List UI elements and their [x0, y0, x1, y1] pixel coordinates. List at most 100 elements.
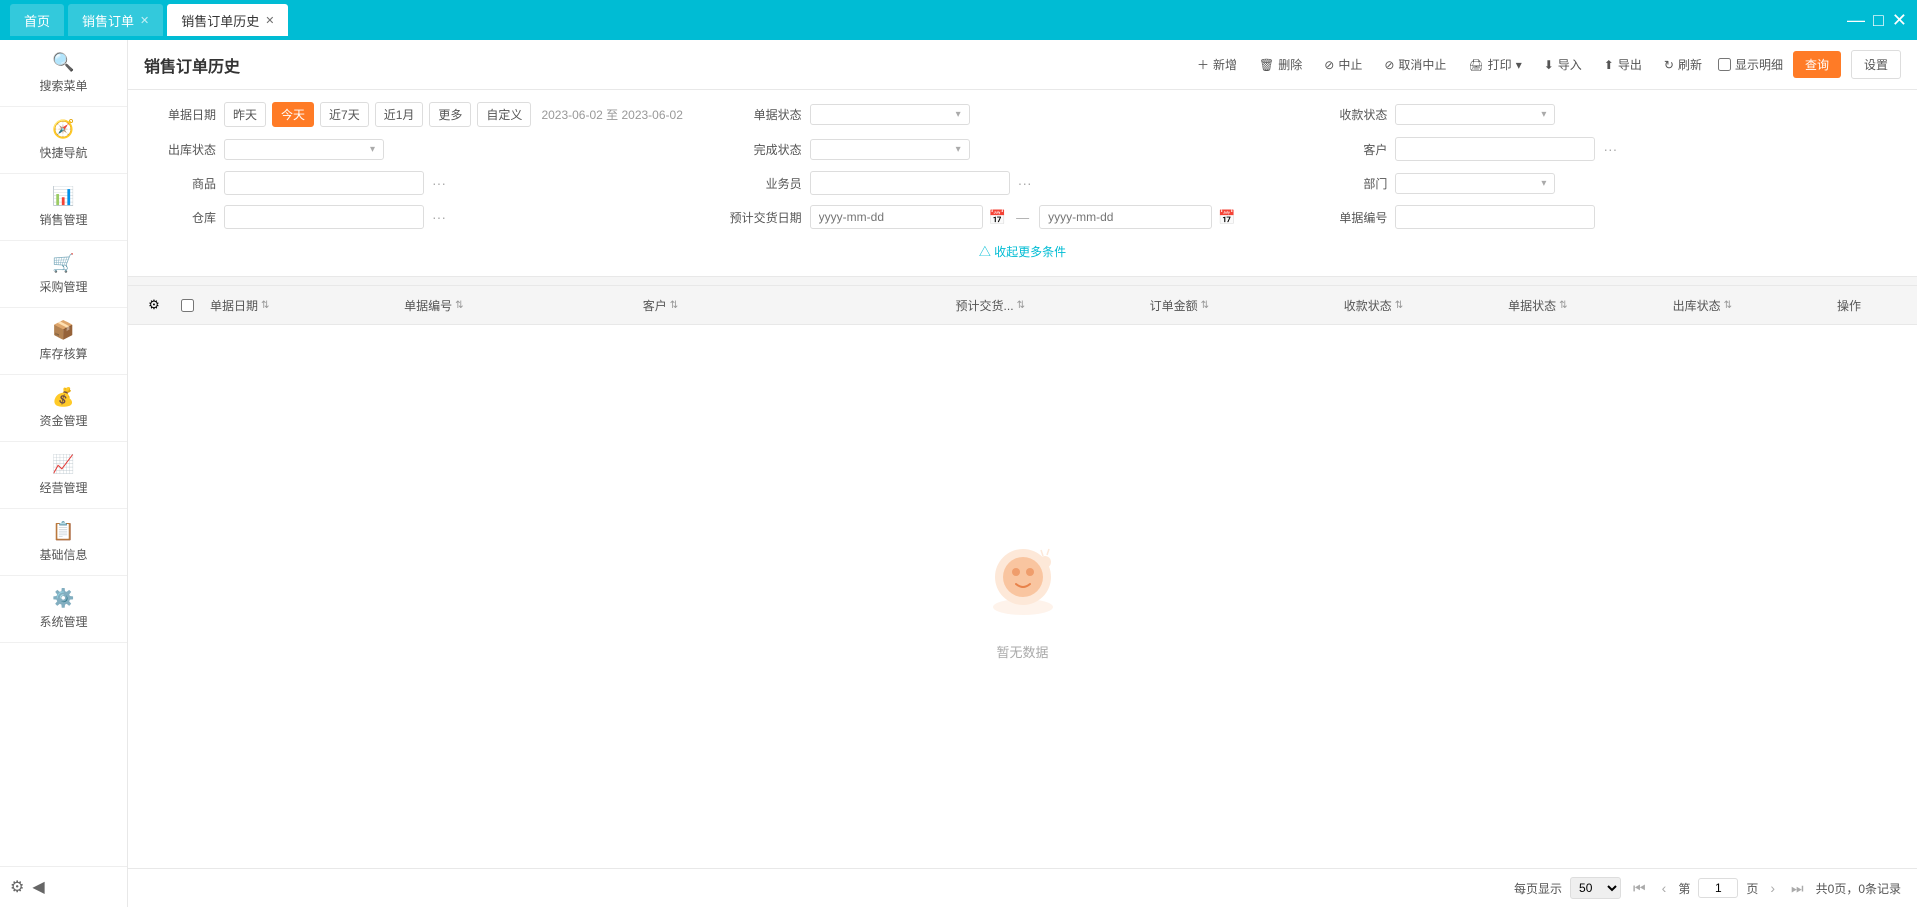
- date-btn-yesterday[interactable]: 昨天: [224, 102, 266, 127]
- prev-page-button[interactable]: ‹: [1658, 878, 1671, 898]
- th-check: [172, 299, 202, 312]
- th-status-label: 单据状态: [1508, 297, 1556, 314]
- import-label: 导入: [1558, 56, 1582, 73]
- first-page-button[interactable]: ⏮: [1629, 878, 1650, 899]
- date-btn-custom[interactable]: 自定义: [477, 102, 531, 127]
- add-label: 新增: [1213, 56, 1237, 73]
- sidebar-item-operations[interactable]: 📈 经营管理: [0, 442, 127, 509]
- sidebar-settings-icon[interactable]: ⚙: [10, 877, 24, 897]
- refresh-button[interactable]: ↻ 刷新: [1658, 52, 1708, 77]
- basic-icon: 📋: [52, 521, 74, 542]
- toolbar: ＋ 新增 🗑 删除 ⊘ 中止 ⊘ 取消中止 🖨 打印: [1191, 50, 1901, 79]
- receipt-status-select[interactable]: ▾: [1395, 104, 1555, 125]
- status-select[interactable]: ▾: [810, 104, 970, 125]
- receipt-dropdown-icon: ▾: [1541, 109, 1546, 120]
- th-action: 操作: [1829, 297, 1909, 314]
- sidebar-item-search[interactable]: 🔍 搜索菜单: [0, 40, 127, 107]
- customer-input[interactable]: [1395, 137, 1595, 161]
- delete-icon: 🗑: [1259, 58, 1274, 72]
- tab-sales-order-close[interactable]: ✕: [140, 14, 149, 27]
- print-label: 打印: [1488, 56, 1512, 73]
- dept-select[interactable]: ▾: [1395, 173, 1555, 194]
- settings-button[interactable]: 设置: [1851, 50, 1901, 79]
- page-header: 销售订单历史 ＋ 新增 🗑 删除 ⊘ 中止 ⊘ 取消中止: [128, 40, 1917, 90]
- th-amount[interactable]: 订单金额 ⇅: [1142, 297, 1336, 314]
- cancel-stop-button[interactable]: ⊘ 取消中止: [1378, 52, 1452, 77]
- delivery-date-end[interactable]: [1039, 205, 1212, 229]
- tab-sales-order[interactable]: 销售订单 ✕: [68, 4, 163, 36]
- warehouse-input[interactable]: [224, 205, 424, 229]
- th-out[interactable]: 出库状态 ⇅: [1665, 297, 1829, 314]
- sidebar-item-inventory-label: 库存核算: [39, 345, 87, 362]
- top-bar-maximize[interactable]: □: [1873, 10, 1884, 31]
- goods-input[interactable]: [224, 171, 424, 195]
- out-status-select[interactable]: ▾: [224, 139, 384, 160]
- order-no-input[interactable]: [1395, 205, 1595, 229]
- th-date[interactable]: 单据日期 ⇅: [202, 297, 396, 314]
- sidebar-item-quicknav[interactable]: 🧭 快捷导航: [0, 107, 127, 174]
- sidebar-item-sales[interactable]: 📊 销售管理: [0, 174, 127, 241]
- sidebar-item-basic[interactable]: 📋 基础信息: [0, 509, 127, 576]
- next-page-button[interactable]: ›: [1766, 878, 1779, 898]
- th-customer[interactable]: 客户 ⇅: [635, 297, 948, 314]
- th-status[interactable]: 单据状态 ⇅: [1500, 297, 1664, 314]
- operations-icon: 📈: [52, 454, 74, 475]
- stop-label: 中止: [1338, 56, 1362, 73]
- footer: 每页显示 50 10 20 100 ⏮ ‹ 第 页 › ⏭ 共0页，0条记录: [128, 868, 1917, 907]
- select-all-checkbox[interactable]: [181, 299, 194, 312]
- delivery-date-label: 预计交货日期: [730, 209, 810, 226]
- sidebar-item-inventory[interactable]: 📦 库存核算: [0, 308, 127, 375]
- top-bar: 首页 销售订单 ✕ 销售订单历史 ✕ — □ ✕: [0, 0, 1917, 40]
- warehouse-label: 仓库: [144, 209, 224, 226]
- date-btn-1month[interactable]: 近1月: [375, 102, 424, 127]
- display-detail-toggle[interactable]: 显示明细: [1718, 56, 1783, 73]
- delete-button[interactable]: 🗑 删除: [1253, 52, 1308, 77]
- delivery-date-start[interactable]: [810, 205, 983, 229]
- tab-sales-history-close[interactable]: ✕: [265, 14, 274, 27]
- main-layout: 🔍 搜索菜单 🧭 快捷导航 📊 销售管理 🛒 采购管理 📦 库存核算 💰 资金管…: [0, 40, 1917, 907]
- complete-status-select[interactable]: ▾: [810, 139, 970, 160]
- th-delivery[interactable]: 预计交货... ⇅: [948, 297, 1142, 314]
- tab-sales-history[interactable]: 销售订单历史 ✕: [167, 4, 288, 36]
- display-detail-checkbox[interactable]: [1718, 58, 1731, 71]
- quicknav-icon: 🧭: [52, 119, 74, 140]
- out-sort-icon: ⇅: [1724, 300, 1732, 311]
- collapse-row[interactable]: △ 收起更多条件: [144, 239, 1901, 264]
- tab-home[interactable]: 首页: [10, 4, 64, 36]
- amount-sort-icon: ⇅: [1201, 300, 1209, 311]
- import-button[interactable]: ⬇ 导入: [1538, 52, 1588, 77]
- calendar-start-icon[interactable]: 📅: [989, 209, 1006, 226]
- goods-more-icon[interactable]: ···: [432, 175, 446, 191]
- sidebar-item-purchase[interactable]: 🛒 采购管理: [0, 241, 127, 308]
- stop-button[interactable]: ⊘ 中止: [1318, 52, 1368, 77]
- customer-more-icon[interactable]: ···: [1603, 141, 1617, 157]
- print-button[interactable]: 🖨 打印 ▾: [1462, 52, 1527, 77]
- filter-row-1: 单据日期 昨天 今天 近7天 近1月 更多 自定义 2023-06-02 至 2…: [144, 102, 1901, 127]
- export-button[interactable]: ⬆ 导出: [1598, 52, 1648, 77]
- add-button[interactable]: ＋ 新增: [1191, 52, 1243, 77]
- customer-sort-icon: ⇅: [670, 300, 678, 311]
- column-settings-icon[interactable]: ⚙: [148, 297, 160, 313]
- top-bar-close[interactable]: ✕: [1892, 10, 1907, 31]
- page-size-label: 每页显示: [1514, 880, 1562, 897]
- sidebar-item-system[interactable]: ⚙️ 系统管理: [0, 576, 127, 643]
- query-button[interactable]: 查询: [1793, 51, 1841, 78]
- warehouse-more-icon[interactable]: ···: [432, 209, 446, 225]
- calendar-end-icon[interactable]: 📅: [1218, 209, 1235, 226]
- page-number-input[interactable]: [1698, 878, 1738, 898]
- th-no[interactable]: 单据编号 ⇅: [396, 297, 635, 314]
- warehouse-control: ···: [224, 205, 730, 229]
- last-page-button[interactable]: ⏭: [1787, 878, 1808, 899]
- date-btn-today[interactable]: 今天: [272, 102, 314, 127]
- sales-more-icon[interactable]: ···: [1018, 175, 1032, 191]
- page-size-select[interactable]: 50 10 20 100: [1570, 877, 1621, 899]
- page-label-after: 页: [1746, 880, 1758, 897]
- date-btn-more[interactable]: 更多: [429, 102, 471, 127]
- sales-input[interactable]: [810, 171, 1010, 195]
- sidebar-collapse-icon[interactable]: ◀: [32, 877, 44, 897]
- th-receipt[interactable]: 收款状态 ⇅: [1336, 297, 1500, 314]
- sidebar-item-finance[interactable]: 💰 资金管理: [0, 375, 127, 442]
- top-bar-minimize[interactable]: —: [1847, 10, 1865, 31]
- date-btn-7days[interactable]: 近7天: [320, 102, 369, 127]
- tab-sales-history-label: 销售订单历史: [181, 11, 259, 30]
